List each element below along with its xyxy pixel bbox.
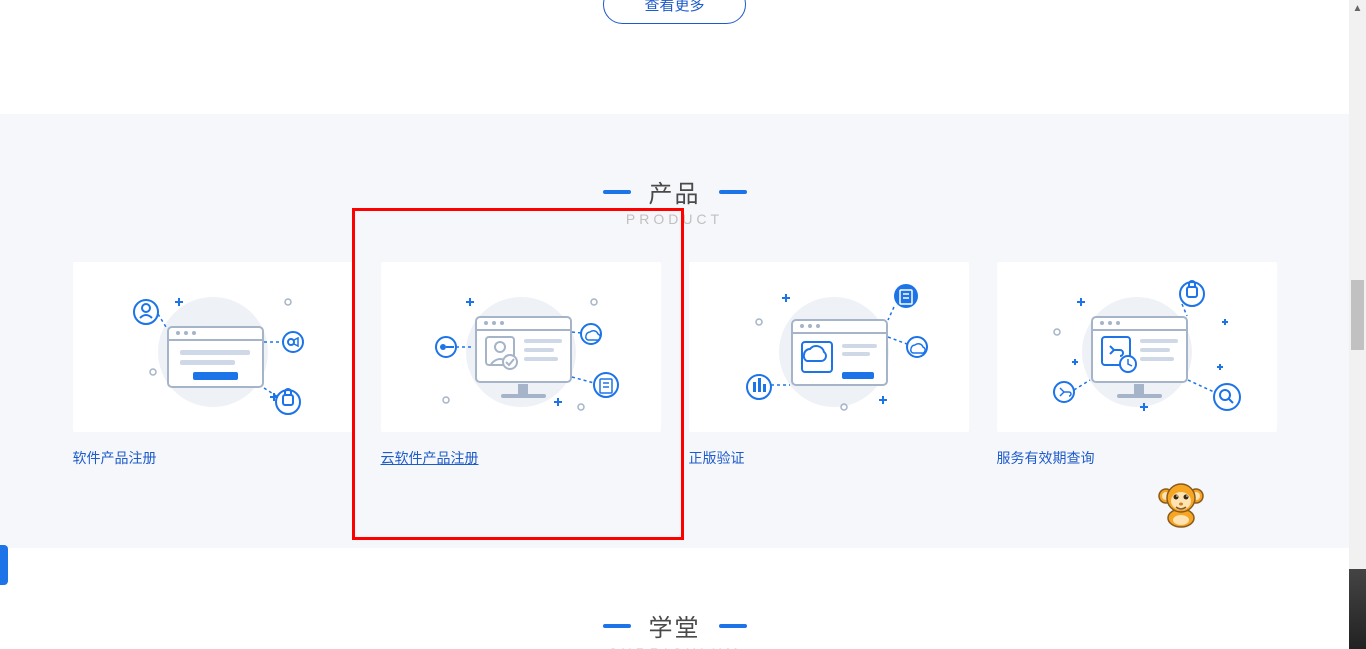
product-section: 产品 PRODUCT: [0, 114, 1349, 548]
dash-icon: [719, 624, 747, 628]
product-card-cloud-register[interactable]: 云软件产品注册: [381, 262, 661, 468]
monkey-mascot-icon[interactable]: [1156, 478, 1206, 528]
dash-icon: [603, 190, 631, 194]
section-subtitle: PRODUCT: [0, 211, 1349, 227]
right-gadget-icon[interactable]: [1349, 569, 1366, 649]
curriculum-section: 学堂 CURRICULUM: [0, 548, 1349, 649]
scroll-up-icon[interactable]: ▲: [1349, 0, 1366, 17]
left-side-tab[interactable]: [0, 545, 8, 585]
card-illustration: [689, 262, 969, 432]
card-label: 正版验证: [689, 448, 745, 468]
card-illustration: [997, 262, 1277, 432]
scroll-thumb[interactable]: [1351, 280, 1364, 350]
section-title: 产品: [649, 174, 701, 209]
card-label: 软件产品注册: [73, 448, 157, 468]
scrollbar[interactable]: ▲ ▼: [1349, 0, 1366, 649]
card-illustration: [381, 262, 661, 432]
card-illustration: [73, 262, 353, 432]
card-label: 云软件产品注册: [381, 448, 479, 468]
card-label: 服务有效期查询: [997, 448, 1095, 468]
product-card-register[interactable]: 软件产品注册: [73, 262, 353, 468]
dash-icon: [719, 190, 747, 194]
view-more-button[interactable]: 查看更多: [603, 0, 745, 24]
section-title: 学堂: [649, 608, 701, 643]
dash-icon: [603, 624, 631, 628]
section-header: 产品 PRODUCT: [0, 174, 1349, 227]
product-cards: 软件产品注册: [0, 262, 1349, 468]
product-card-verify[interactable]: 正版验证: [689, 262, 969, 468]
product-card-service-query[interactable]: 服务有效期查询: [997, 262, 1277, 468]
section-subtitle: CURRICULUM: [0, 645, 1349, 649]
